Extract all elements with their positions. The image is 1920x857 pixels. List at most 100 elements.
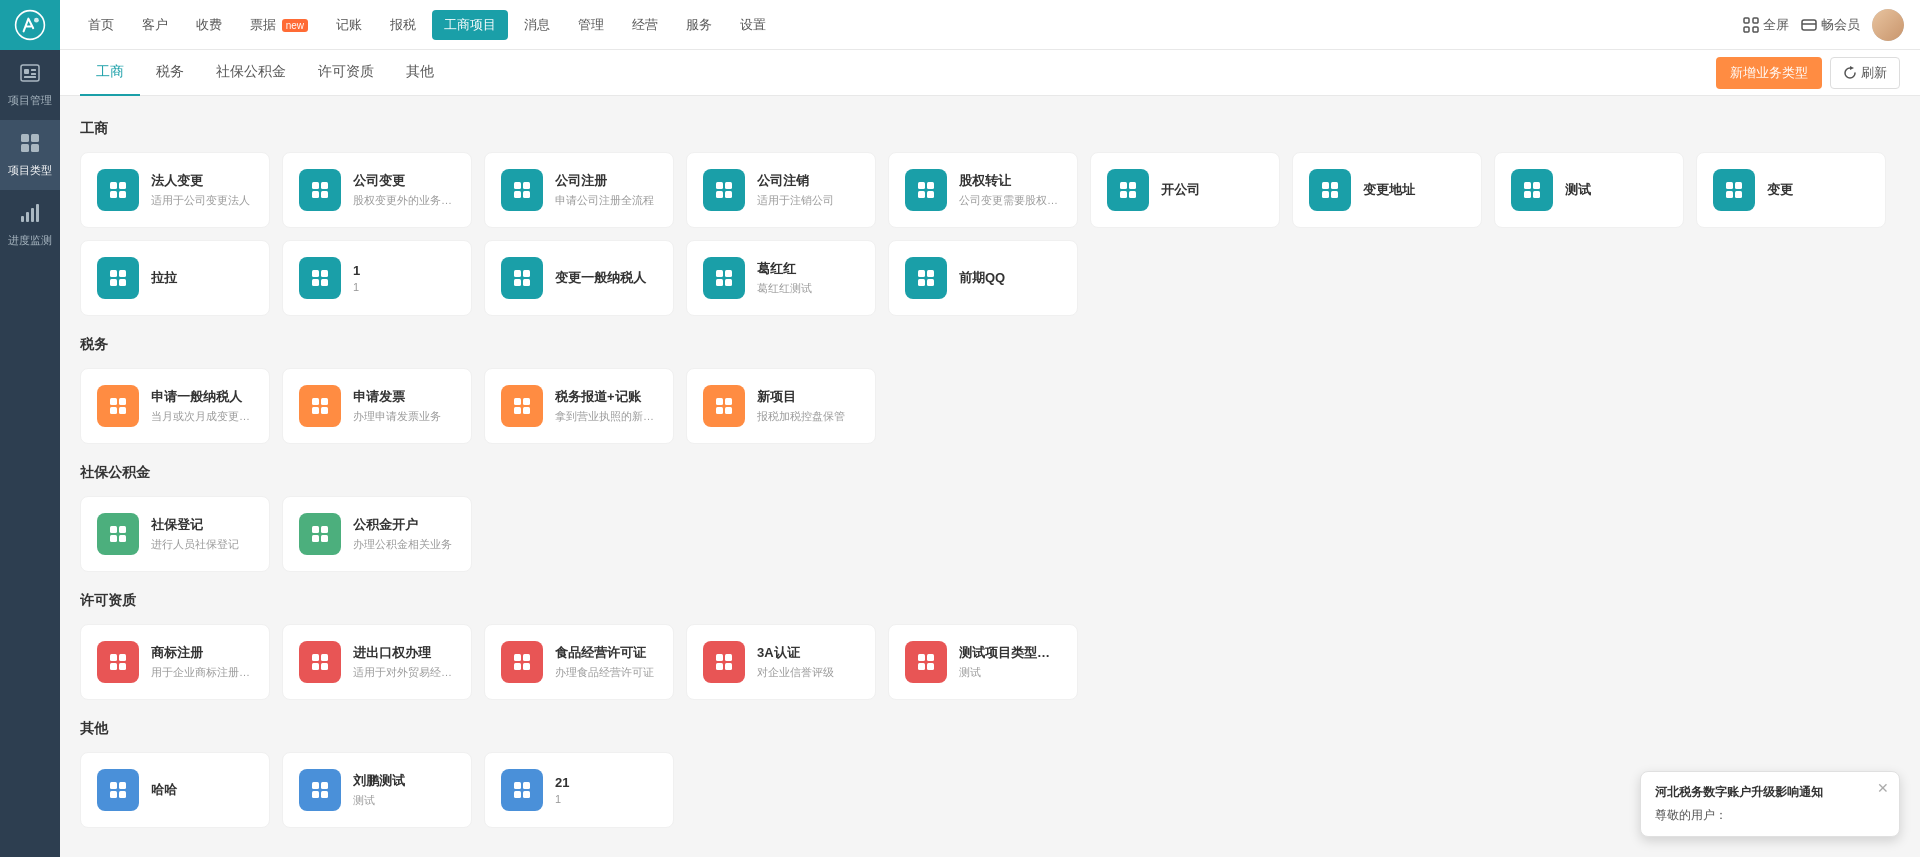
nav-customer[interactable]: 客户 (130, 10, 180, 40)
cards-grid-gongshang: 法人变更 适用于公司变更法人 公司变更 股权变更外的业务变更 (80, 152, 1900, 316)
member-button[interactable]: 畅会员 (1801, 16, 1860, 34)
card-title-open-company: 开公司 (1161, 181, 1263, 199)
card-title-trademark: 商标注册 (151, 644, 253, 662)
svg-rect-7 (21, 134, 29, 142)
card-icon-apply-invoice (299, 385, 341, 427)
svg-rect-78 (119, 398, 126, 405)
card-pre-qq[interactable]: 前期QQ (888, 240, 1078, 316)
topnav-right: 全屏 畅会员 (1743, 9, 1904, 41)
card-company-cancel[interactable]: 公司注销 适用于注销公司 (686, 152, 876, 228)
card-icon-company-change (299, 169, 341, 211)
nav-operation[interactable]: 经营 (620, 10, 670, 40)
card-liupeng-test[interactable]: 刘鹏测试 测试 (282, 752, 472, 828)
card-icon-company-cancel (703, 169, 745, 211)
project-type-icon (19, 132, 41, 159)
sidebar-item-progress-monitor[interactable]: 进度监测 (0, 190, 60, 260)
card-text-company-cancel: 公司注销 适用于注销公司 (757, 172, 859, 208)
card-text-change-address: 变更地址 (1363, 181, 1465, 199)
svg-rect-60 (119, 279, 126, 286)
svg-rect-94 (119, 526, 126, 533)
card-num21[interactable]: 21 1 (484, 752, 674, 828)
card-gehonghong[interactable]: 葛红红 葛红红测试 (686, 240, 876, 316)
card-3a-cert[interactable]: 3A认证 对企业信誉评级 (686, 624, 876, 700)
card-apply-invoice[interactable]: 申请发票 办理申请发票业务 (282, 368, 472, 444)
refresh-button[interactable]: 刷新 (1830, 57, 1900, 89)
svg-rect-28 (321, 191, 328, 198)
nav-billing[interactable]: 收费 (184, 10, 234, 40)
nav-message[interactable]: 消息 (512, 10, 562, 40)
new-type-button[interactable]: 新增业务类型 (1716, 57, 1822, 89)
card-lala[interactable]: 拉拉 (80, 240, 270, 316)
svg-rect-118 (927, 654, 934, 661)
card-social-register[interactable]: 社保登记 进行人员社保登记 (80, 496, 270, 572)
logo[interactable] (0, 0, 60, 50)
svg-rect-124 (119, 791, 126, 798)
card-equity-transfer[interactable]: 股权转让 公司变更需要股权转让 (888, 152, 1078, 228)
card-import-export[interactable]: 进出口权办理 适用于对外贸易经营者 (282, 624, 472, 700)
svg-rect-52 (1533, 191, 1540, 198)
nav-ticket[interactable]: 票据 new (238, 10, 320, 40)
card-change-general[interactable]: 变更一般纳税人 (484, 240, 674, 316)
card-food-license[interactable]: 食品经营许可证 办理食品经营许可证 (484, 624, 674, 700)
nav-tax[interactable]: 报税 (378, 10, 428, 40)
card-icon-num21 (501, 769, 543, 811)
card-subtitle-gehonghong: 葛红红测试 (757, 281, 859, 296)
card-new-project[interactable]: 新项目 报税加税控盘保管 (686, 368, 876, 444)
card-open-company[interactable]: 开公司 (1090, 152, 1280, 228)
card-tax-report[interactable]: 税务报道+记账 拿到营业执照的新公司 (484, 368, 674, 444)
user-avatar[interactable] (1872, 9, 1904, 41)
card-text-tax-report: 税务报道+记账 拿到营业执照的新公司 (555, 388, 657, 424)
svg-rect-69 (716, 270, 723, 277)
card-subtitle-social-register: 进行人员社保登记 (151, 537, 253, 552)
svg-rect-38 (927, 182, 934, 189)
svg-rect-80 (119, 407, 126, 414)
card-title-num21: 21 (555, 775, 657, 790)
card-legal-change[interactable]: 法人变更 适用于公司变更法人 (80, 152, 270, 228)
sidebar-item-label: 项目管理 (8, 93, 52, 108)
svg-rect-39 (918, 191, 925, 198)
card-fund-account[interactable]: 公积金开户 办理公积金相关业务 (282, 496, 472, 572)
card-title-new-project: 新项目 (757, 388, 859, 406)
card-icon-legal-change (97, 169, 139, 211)
sub-tab-tax[interactable]: 税务 (140, 50, 200, 96)
svg-rect-59 (110, 279, 117, 286)
svg-rect-10 (31, 144, 39, 152)
card-company-change[interactable]: 公司变更 股权变更外的业务变更 (282, 152, 472, 228)
nav-home[interactable]: 首页 (76, 10, 126, 40)
svg-rect-65 (514, 270, 521, 277)
card-subtitle-num1: 1 (353, 281, 455, 293)
sidebar-item-project-type[interactable]: 项目类型 (0, 120, 60, 190)
project-manage-icon (19, 62, 41, 89)
card-apply-general-tax[interactable]: 申请一般纳税人 当月或次月成变更完成 (80, 368, 270, 444)
nav-industry[interactable]: 工商项目 (432, 10, 508, 40)
card-subtitle-food-license: 办理食品经营许可证 (555, 665, 657, 680)
sub-tab-industry[interactable]: 工商 (80, 50, 140, 96)
sub-tab-other[interactable]: 其他 (390, 50, 450, 96)
svg-rect-81 (312, 398, 319, 405)
svg-rect-44 (1129, 191, 1136, 198)
card-test-type[interactable]: 测试项目类型目定义 测试 (888, 624, 1078, 700)
sidebar-item-project-manage[interactable]: 项目管理 (0, 50, 60, 120)
sub-tabs: 工商 税务 社保公积金 许可资质 其他 新增业务类型 刷新 (60, 50, 1920, 96)
nav-accounting[interactable]: 记账 (324, 10, 374, 40)
card-title-fund-account: 公积金开户 (353, 516, 455, 534)
nav-settings[interactable]: 设置 (728, 10, 778, 40)
sub-tab-social[interactable]: 社保公积金 (200, 50, 302, 96)
sub-tab-license[interactable]: 许可资质 (302, 50, 390, 96)
card-num1[interactable]: 1 1 (282, 240, 472, 316)
nav-service[interactable]: 服务 (674, 10, 724, 40)
card-haha[interactable]: 哈哈 (80, 752, 270, 828)
svg-rect-64 (321, 279, 328, 286)
card-trademark[interactable]: 商标注册 用于企业商标注册服务 (80, 624, 270, 700)
svg-rect-12 (26, 212, 29, 222)
fullscreen-button[interactable]: 全屏 (1743, 16, 1789, 34)
nav-manage[interactable]: 管理 (566, 10, 616, 40)
svg-rect-130 (523, 782, 530, 789)
notification-close[interactable]: ✕ (1877, 780, 1889, 796)
card-test1[interactable]: 测试 (1494, 152, 1684, 228)
card-change-address[interactable]: 变更地址 (1292, 152, 1482, 228)
card-company-register[interactable]: 公司注册 申请公司注册全流程 (484, 152, 674, 228)
card-change2[interactable]: 变更 (1696, 152, 1886, 228)
svg-rect-75 (918, 279, 925, 286)
cards-grid-shebao: 社保登记 进行人员社保登记 公积金开户 办理公积金相关业务 (80, 496, 1900, 572)
